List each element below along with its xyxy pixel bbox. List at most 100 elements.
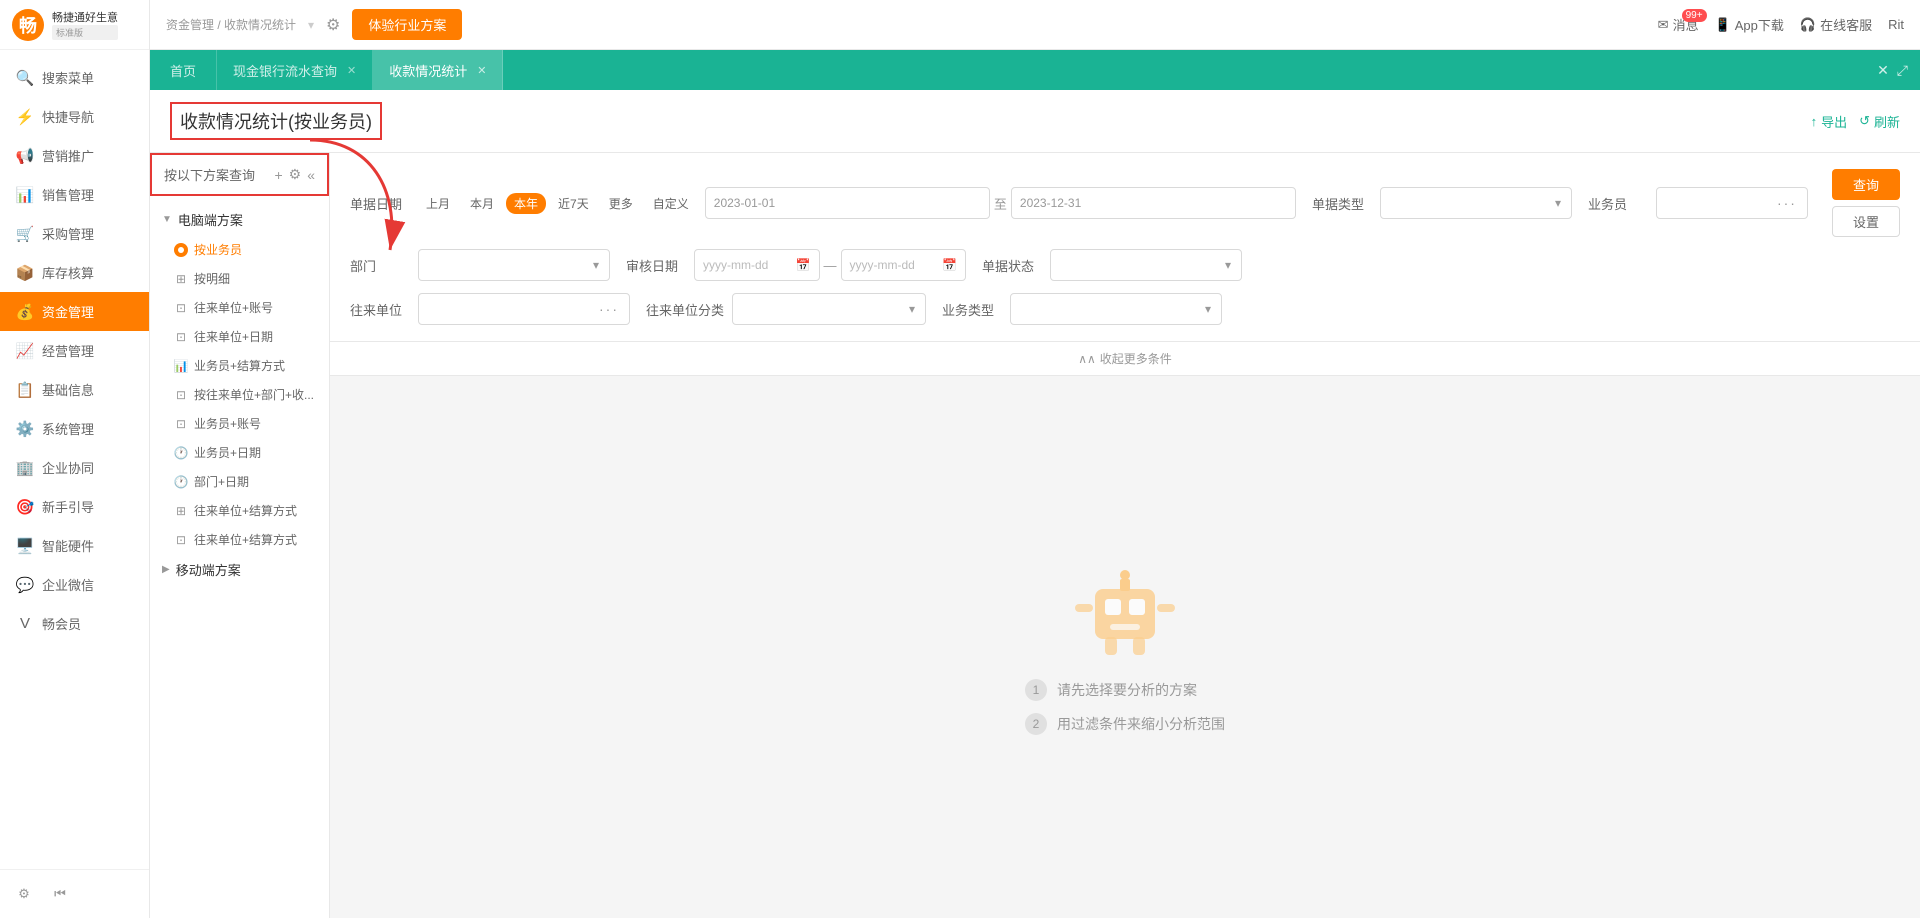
business-type-select[interactable]: ▾ [1010, 293, 1222, 325]
tree-item-dept-date[interactable]: 🕐 部门+日期 [150, 467, 329, 496]
sidebar-item-finance[interactable]: 💰 资金管理 [0, 292, 149, 331]
tree-item-label: 往来单位+结算方式 [194, 502, 297, 519]
step-1-text: 请先选择要分析的方案 [1057, 680, 1197, 700]
sidebar-item-hardware[interactable]: 🖥️ 智能硬件 [0, 526, 149, 565]
tree-group-pc-header[interactable]: ▼ 电脑端方案 [150, 204, 329, 235]
sidebar-item-system[interactable]: ⚙️ 系统管理 [0, 409, 149, 448]
refresh-label: 刷新 [1874, 112, 1900, 131]
dept-arrow-icon: ▾ [593, 258, 599, 272]
export-button[interactable]: ↑ 导出 [1811, 112, 1848, 131]
tab-home[interactable]: 首页 [150, 50, 217, 90]
review-date-to-input[interactable]: yyyy-mm-dd 📅 [841, 249, 967, 281]
salesman-select[interactable]: ··· [1656, 187, 1808, 219]
tree-item-salesman[interactable]: 按业务员 [150, 235, 329, 264]
refresh-button[interactable]: ↺ 刷新 [1859, 112, 1900, 131]
sidebar-item-member[interactable]: V 畅会员 [0, 604, 149, 643]
tab-collection-close-icon[interactable]: ✕ [477, 64, 486, 77]
online-service-label: 在线客服 [1820, 15, 1872, 34]
collapse-sidebar-btn[interactable]: ⏮ [46, 880, 74, 908]
collapse-button[interactable]: ∧∧ 收起更多条件 [1078, 350, 1172, 367]
empty-steps: 1 请先选择要分析的方案 2 用过滤条件来缩小分析范围 [1025, 679, 1225, 735]
date-btn-custom[interactable]: 自定义 [645, 193, 697, 214]
sidebar-nav: 🔍 搜索菜单 ⚡ 快捷导航 📢 营销推广 📊 销售管理 🛒 采购管理 📦 库存核… [0, 50, 149, 869]
sidebar-item-basic[interactable]: 📋 基础信息 [0, 370, 149, 409]
calendar-icon: 📅 [796, 258, 811, 272]
scheme-panel: 按以下方案查询 + ⚙ « ▼ 电脑端方案 [150, 153, 330, 918]
tree-item-salesman-settlement[interactable]: 📊 业务员+结算方式 [150, 351, 329, 380]
sidebar-item-quick-nav[interactable]: ⚡ 快捷导航 [0, 97, 149, 136]
trial-button[interactable]: 体验行业方案 [352, 9, 462, 40]
collapse-up-icon: ∧∧ [1078, 352, 1096, 366]
step-num-1: 1 [1025, 679, 1047, 701]
date-btn-7days[interactable]: 近7天 [550, 193, 597, 214]
date-btn-this-year[interactable]: 本年 [506, 193, 546, 214]
counterpart-category-select[interactable]: ▾ [732, 293, 926, 325]
counterpart-select[interactable]: ··· [418, 293, 630, 325]
date-btn-last-month[interactable]: 上月 [418, 193, 458, 214]
tree-item-unit-settle1[interactable]: ⊞ 往来单位+结算方式 [150, 496, 329, 525]
search-icon: 🔍 [16, 69, 34, 87]
sidebar: 畅 畅捷通好生意 标准版 🔍 搜索菜单 ⚡ 快捷导航 📢 营销推广 📊 销售管理… [0, 0, 150, 918]
sidebar-item-marketing[interactable]: 📢 营销推广 [0, 136, 149, 175]
counterpart-cat-arrow-icon: ▾ [909, 302, 915, 316]
tree-item-unit-date[interactable]: ⊡ 往来单位+日期 [150, 322, 329, 351]
scheme-settings-icon[interactable]: ⚙ [289, 166, 302, 183]
scheme-add-icon[interactable]: + [274, 167, 282, 183]
date-btn-this-month[interactable]: 本月 [462, 193, 502, 214]
online-service-btn[interactable]: 🎧 在线客服 [1800, 15, 1872, 34]
sidebar-item-sales[interactable]: 📊 销售管理 [0, 175, 149, 214]
sidebar-item-operation[interactable]: 📈 经营管理 [0, 331, 149, 370]
tree-item-salesman-account[interactable]: ⊡ 业务员+账号 [150, 409, 329, 438]
tree-item-salesman-date[interactable]: 🕐 业务员+日期 [150, 438, 329, 467]
counterpart-more-icon[interactable]: ··· [599, 301, 619, 317]
dept-label: 部门 [350, 256, 410, 275]
tab-maximize-icon[interactable]: ⤢ [1897, 62, 1908, 79]
basic-icon: 📋 [16, 381, 34, 399]
logo-badge: 标准版 [52, 25, 118, 40]
date-to-input[interactable]: 2023-12-31 [1011, 187, 1296, 219]
voucher-status-label: 单据状态 [982, 256, 1042, 275]
review-date-from-input[interactable]: yyyy-mm-dd 📅 [694, 249, 820, 281]
dept-select[interactable]: ▾ [418, 249, 610, 281]
tree-item-unit-settle2[interactable]: ⊡ 往来单位+结算方式 [150, 525, 329, 554]
sidebar-item-wechat[interactable]: 💬 企业微信 [0, 565, 149, 604]
tree-item-detail[interactable]: ⊞ 按明细 [150, 264, 329, 293]
user-area[interactable]: Rit [1888, 17, 1904, 32]
main-area: 资金管理 / 收款情况统计 ▾ ⚙ 体验行业方案 ✉ 消息 99+ 📱 App下… [150, 0, 1920, 918]
sidebar-item-inventory[interactable]: 📦 库存核算 [0, 253, 149, 292]
filter-settings-button[interactable]: 设置 [1832, 206, 1900, 237]
counterpart-category-label: 往来单位分类 [646, 300, 724, 319]
tree-item-unit-dept[interactable]: ⊡ 按往来单位+部门+收... [150, 380, 329, 409]
tab-bank-label: 现金银行流水查询 [233, 61, 337, 80]
sidebar-item-purchase[interactable]: 🛒 采购管理 [0, 214, 149, 253]
tab-bank[interactable]: 现金银行流水查询 ✕ [217, 50, 373, 90]
unit-settle1-icon: ⊞ [174, 504, 188, 518]
app-download-btn[interactable]: 📱 App下载 [1715, 15, 1784, 34]
sidebar-item-label: 资金管理 [42, 302, 94, 321]
settings-footer-btn[interactable]: ⚙ [10, 880, 38, 908]
salesman-date-icon: 🕐 [174, 446, 188, 460]
messages-btn[interactable]: ✉ 消息 99+ [1658, 15, 1699, 34]
date-btn-more[interactable]: 更多 [601, 193, 641, 214]
voucher-status-select[interactable]: ▾ [1050, 249, 1242, 281]
sidebar-item-enterprise[interactable]: 🏢 企业协同 [0, 448, 149, 487]
date-from-input[interactable]: 2023-01-01 [705, 187, 990, 219]
unit-account-icon: ⊡ [174, 301, 188, 315]
tree-group-mobile-header[interactable]: ▶ 移动端方案 [150, 554, 329, 585]
salesman-more-icon[interactable]: ··· [1777, 195, 1797, 211]
scheme-collapse-icon[interactable]: « [307, 167, 315, 183]
query-button[interactable]: 查询 [1832, 169, 1900, 200]
sidebar-item-guide[interactable]: 🎯 新手引导 [0, 487, 149, 526]
date-label: 单据日期 [350, 194, 410, 213]
tab-close-all-icon[interactable]: ✕ [1877, 62, 1889, 79]
tree-item-label: 按往来单位+部门+收... [194, 386, 314, 403]
tab-bank-close-icon[interactable]: ✕ [347, 64, 356, 77]
sidebar-item-search[interactable]: 🔍 搜索菜单 [0, 58, 149, 97]
voucher-status-arrow-icon: ▾ [1225, 258, 1231, 272]
tree-item-unit-account[interactable]: ⊡ 往来单位+账号 [150, 293, 329, 322]
voucher-type-select[interactable]: ▾ [1380, 187, 1572, 219]
filter-counterpart: 往来单位 ··· [350, 293, 630, 325]
tab-collection[interactable]: 收款情况统计 ✕ [373, 50, 503, 90]
service-icon: 🎧 [1800, 17, 1816, 33]
topbar-settings-icon[interactable]: ⚙ [326, 15, 340, 35]
